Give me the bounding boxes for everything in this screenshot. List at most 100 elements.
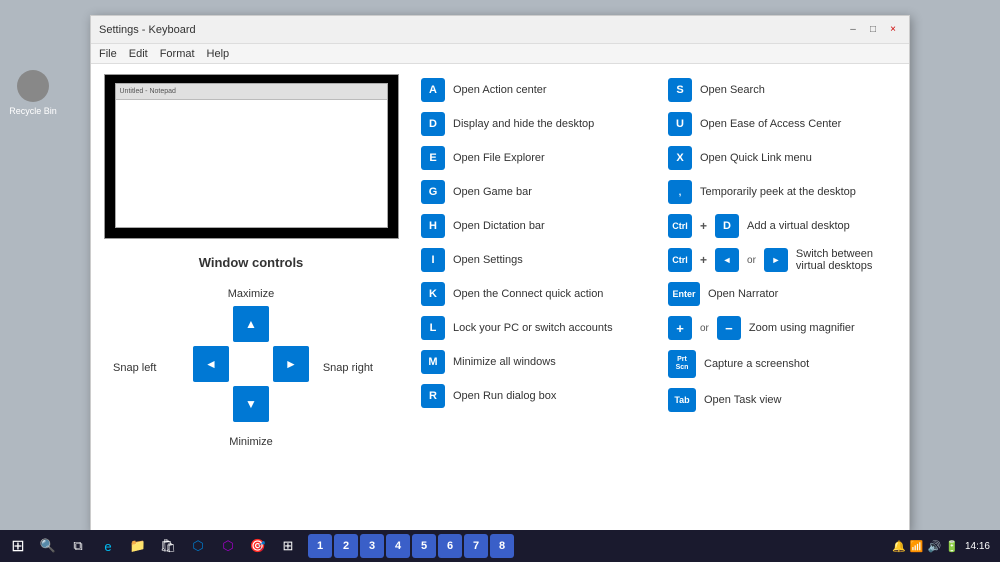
arrow-down-btn[interactable]: ▼ [233,386,269,422]
shortcut-enter: Enter Open Narrator [668,278,899,310]
arrow-right-btn[interactable]: ► [273,346,309,382]
vscode2-button[interactable]: ⬡ [214,532,242,560]
desc-H: Open Dictation bar [453,220,545,232]
maximize-btn[interactable]: □ [865,22,881,38]
arrow-left-btn[interactable]: ◄ [193,346,229,382]
shortcuts-left-column: A Open Action center D Display and hide … [421,74,652,521]
menu-file[interactable]: File [99,48,117,60]
shortcut-comma: , Temporarily peek at the desktop [668,176,899,208]
pin-7[interactable]: 7 [464,534,488,558]
taskbar-right-group: 🔔 📶 🔊 🔋 14:16 [892,540,996,553]
desc-I: Open Settings [453,254,523,266]
shortcut-R: R Open Run dialog box [421,380,652,412]
screenshot-preview: Untitled - Notepad [104,74,399,239]
app-button[interactable]: 🎯 [244,532,272,560]
shortcuts-right-column: S Open Search U Open Ease of Access Cent… [668,74,899,521]
menu-format[interactable]: Format [160,48,195,60]
shortcut-U: U Open Ease of Access Center [668,108,899,140]
shortcuts-panel: A Open Action center D Display and hide … [421,74,899,521]
desc-E: Open File Explorer [453,152,545,164]
shortcut-D: D Display and hide the desktop [421,108,652,140]
store-button[interactable]: 🛍 [154,532,182,560]
desktop-icon-recycle-label: Recycle Bin [9,106,57,116]
key-enter: Enter [668,282,700,306]
snap-left-label: Snap left [113,362,156,374]
key-M: M [421,350,445,374]
battery-icon[interactable]: 🔋 [945,540,959,553]
clock-time: 14:16 [965,541,990,552]
pin-6[interactable]: 6 [438,534,462,558]
key-L: L [421,316,445,340]
desc-K: Open the Connect quick action [453,288,603,300]
left-panel: Untitled - Notepad Window controls Maxim… [101,74,401,521]
dialog-menubar: File Edit Format Help [91,44,909,64]
shortcut-A: A Open Action center [421,74,652,106]
key-ctrl-2: Ctrl [668,248,692,272]
key-ctrl-1: Ctrl [668,214,692,238]
pin-5[interactable]: 5 [412,534,436,558]
desc-ctrl-arrows: Switch between virtual desktops [796,248,899,272]
arrow-grid: ▲ ◄ ► ▼ [193,306,309,422]
pin-4[interactable]: 4 [386,534,410,558]
shortcut-M: M Minimize all windows [421,346,652,378]
key-tab: Tab [668,388,696,412]
volume-icon[interactable]: 🔊 [928,540,942,553]
edge-button[interactable]: e [94,532,122,560]
window-controls-title: Window controls [199,255,304,270]
arrow-empty-bl [193,386,229,422]
key-prtscn: PrtScn [668,350,696,378]
dialog-title: Settings - Keyboard [99,24,196,36]
terminal-button[interactable]: ⊞ [274,532,302,560]
arrow-up-btn[interactable]: ▲ [233,306,269,342]
system-tray-icons: 🔔 📶 🔊 🔋 [892,540,959,553]
key-D: D [421,112,445,136]
search-button[interactable]: 🔍 [34,532,62,560]
close-btn[interactable]: × [885,22,901,38]
start-button[interactable]: ⊞ [4,532,32,560]
pin-2[interactable]: 2 [334,534,358,558]
menu-help[interactable]: Help [207,48,230,60]
or-text-2: or [700,323,709,334]
shortcut-tab: Tab Open Task view [668,384,899,416]
shortcut-I: I Open Settings [421,244,652,276]
pin-1[interactable]: 1 [308,534,332,558]
minimize-btn[interactable]: – [845,22,861,38]
desc-U: Open Ease of Access Center [700,118,841,130]
notification-icon[interactable]: 🔔 [892,540,906,553]
pin-3[interactable]: 3 [360,534,384,558]
shortcut-S: S Open Search [668,74,899,106]
key-S: S [668,78,692,102]
vscode1-button[interactable]: ⬡ [184,532,212,560]
key-X: X [668,146,692,170]
shortcut-ctrl-arrows: Ctrl + ◄ or ► Switch between virtual des… [668,244,899,276]
shortcut-X: X Open Quick Link menu [668,142,899,174]
desc-X: Open Quick Link menu [700,152,812,164]
desc-S: Open Search [700,84,765,96]
shortcut-plus-minus: + or − Zoom using magnifier [668,312,899,344]
key-left-arrow: ◄ [715,248,739,272]
explorer-button[interactable]: 📁 [124,532,152,560]
desktop-icon-recycle: Recycle Bin [8,70,58,116]
shortcut-G: G Open Game bar [421,176,652,208]
plus-icon-2: + [700,253,707,267]
arrow-empty-tr [273,306,309,342]
key-plus: + [668,316,692,340]
desc-tab: Open Task view [704,394,781,406]
key-I: I [421,248,445,272]
wifi-icon[interactable]: 📶 [910,540,924,553]
arrow-center [233,346,269,382]
menu-edit[interactable]: Edit [129,48,148,60]
key-right-arrow: ► [764,248,788,272]
taskbar-pinned-group: 1 2 3 4 5 6 7 8 [308,534,514,558]
desc-G: Open Game bar [453,186,532,198]
snap-right-label: Snap right [323,362,373,374]
pin-8[interactable]: 8 [490,534,514,558]
key-E: E [421,146,445,170]
desc-plus-minus: Zoom using magnifier [749,322,855,334]
task-view-button[interactable]: ⧉ [64,532,92,560]
key-U: U [668,112,692,136]
key-comma: , [668,180,692,204]
desc-L: Lock your PC or switch accounts [453,322,613,334]
shortcut-prtscn: PrtScn Capture a screenshot [668,346,899,382]
taskbar-clock[interactable]: 14:16 [965,541,990,552]
